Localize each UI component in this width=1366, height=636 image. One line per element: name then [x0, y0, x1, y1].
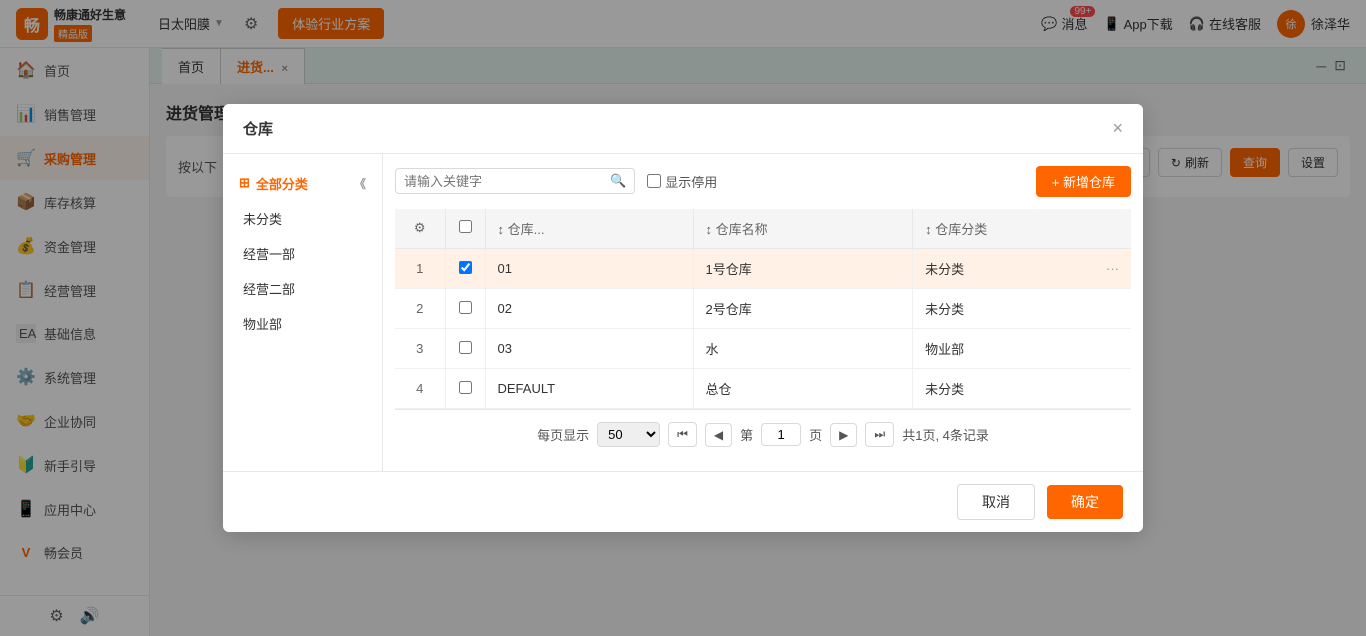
row-name: 2号仓库: [693, 289, 913, 329]
all-categories[interactable]: ⊞ 全部分类 《: [223, 166, 382, 201]
warehouse-table: ⚙ ↕ 仓库... ↕: [395, 209, 1131, 410]
row-category: 物业部: [913, 329, 1131, 369]
modal-overlay: 仓库 × ⊞ 全部分类 《 未分类 经营一部 经营二部 物业部: [0, 0, 1366, 636]
table: ⚙ ↕ 仓库... ↕: [395, 209, 1131, 410]
page-input[interactable]: [761, 423, 801, 446]
cancel-button[interactable]: 取消: [957, 484, 1035, 520]
dialog-title: 仓库: [243, 118, 273, 139]
right-toolbar: 🔍 显示停用 + 新增仓库: [395, 166, 1131, 197]
category-ops1[interactable]: 经营一部: [223, 236, 382, 271]
row-num: 3: [395, 329, 445, 369]
row-name: 水: [693, 329, 913, 369]
table-row[interactable]: 2 02 2号仓库 未分类: [395, 289, 1131, 329]
col-name: ↕ 仓库名称: [693, 209, 913, 249]
row-category: 未分类: [913, 369, 1131, 409]
collapse-icon[interactable]: 《: [354, 175, 366, 192]
search-icon[interactable]: 🔍: [610, 173, 626, 189]
category-panel: ⊞ 全部分类 《 未分类 经营一部 经营二部 物业部: [223, 154, 383, 472]
page-label: 第: [740, 425, 753, 444]
show-disabled-label[interactable]: 显示停用: [647, 172, 717, 191]
confirm-button[interactable]: 确定: [1047, 485, 1123, 519]
search-input[interactable]: [404, 174, 604, 189]
row-checkbox-3[interactable]: [459, 381, 472, 394]
pagination: 每页显示 50 ⏮ ◀ 第 页 ▶ ⏭ 共1页, 4条记录: [395, 409, 1131, 459]
col-checkbox: [445, 209, 485, 249]
dialog-body: ⊞ 全部分类 《 未分类 经营一部 经营二部 物业部 🔍: [223, 154, 1143, 472]
col-category: ↕ 仓库分类: [913, 209, 1131, 249]
row-more-icon[interactable]: ···: [1106, 261, 1119, 276]
next-page-button[interactable]: ▶: [830, 423, 857, 447]
row-checkbox-cell: [445, 248, 485, 289]
grid-icon: ⊞: [239, 175, 250, 191]
gear-icon: ⚙: [414, 220, 426, 235]
table-header: ⚙ ↕ 仓库... ↕: [395, 209, 1131, 249]
col-code: ↕ 仓库...: [485, 209, 693, 249]
table-body: 1 01 1号仓库 未分类 ··· 2 02 2号仓库 未分类 3 03 水 物…: [395, 248, 1131, 409]
first-page-button[interactable]: ⏮: [668, 422, 697, 447]
warehouse-dialog: 仓库 × ⊞ 全部分类 《 未分类 经营一部 经营二部 物业部: [223, 104, 1143, 533]
row-category: 未分类: [913, 289, 1131, 329]
row-category: 未分类 ···: [913, 249, 1131, 289]
table-row[interactable]: 4 DEFAULT 总仓 未分类: [395, 369, 1131, 409]
prev-page-button[interactable]: ◀: [705, 423, 732, 447]
category-property[interactable]: 物业部: [223, 306, 382, 341]
row-num: 2: [395, 289, 445, 329]
row-name: 总仓: [693, 369, 913, 409]
row-checkbox-0[interactable]: [459, 261, 472, 274]
per-page-select[interactable]: 50: [597, 422, 660, 447]
category-unclassified[interactable]: 未分类: [223, 201, 382, 236]
right-panel: 🔍 显示停用 + 新增仓库 ⚙: [383, 154, 1143, 472]
table-row[interactable]: 3 03 水 物业部: [395, 329, 1131, 369]
row-checkbox-cell: [445, 369, 485, 409]
row-num: 1: [395, 248, 445, 289]
dialog-header: 仓库 ×: [223, 104, 1143, 154]
select-all-checkbox[interactable]: [459, 220, 472, 233]
row-code: 02: [485, 289, 693, 329]
row-num: 4: [395, 369, 445, 409]
row-code: 03: [485, 329, 693, 369]
last-page-button[interactable]: ⏭: [865, 422, 894, 447]
row-code: DEFAULT: [485, 369, 693, 409]
search-box: 🔍: [395, 168, 635, 194]
row-checkbox-cell: [445, 289, 485, 329]
row-name: 1号仓库: [693, 248, 913, 289]
dialog-close-button[interactable]: ×: [1112, 119, 1123, 137]
dialog-footer: 取消 确定: [223, 471, 1143, 532]
table-row[interactable]: 1 01 1号仓库 未分类 ···: [395, 248, 1131, 289]
show-disabled-checkbox[interactable]: [647, 174, 661, 188]
row-checkbox-cell: [445, 329, 485, 369]
col-settings: ⚙: [395, 209, 445, 249]
row-code: 01: [485, 248, 693, 289]
add-warehouse-button[interactable]: + 新增仓库: [1036, 166, 1131, 197]
row-checkbox-2[interactable]: [459, 341, 472, 354]
total-info: 共1页, 4条记录: [902, 425, 989, 444]
category-ops2[interactable]: 经营二部: [223, 271, 382, 306]
page-unit: 页: [809, 425, 822, 444]
row-checkbox-1[interactable]: [459, 301, 472, 314]
